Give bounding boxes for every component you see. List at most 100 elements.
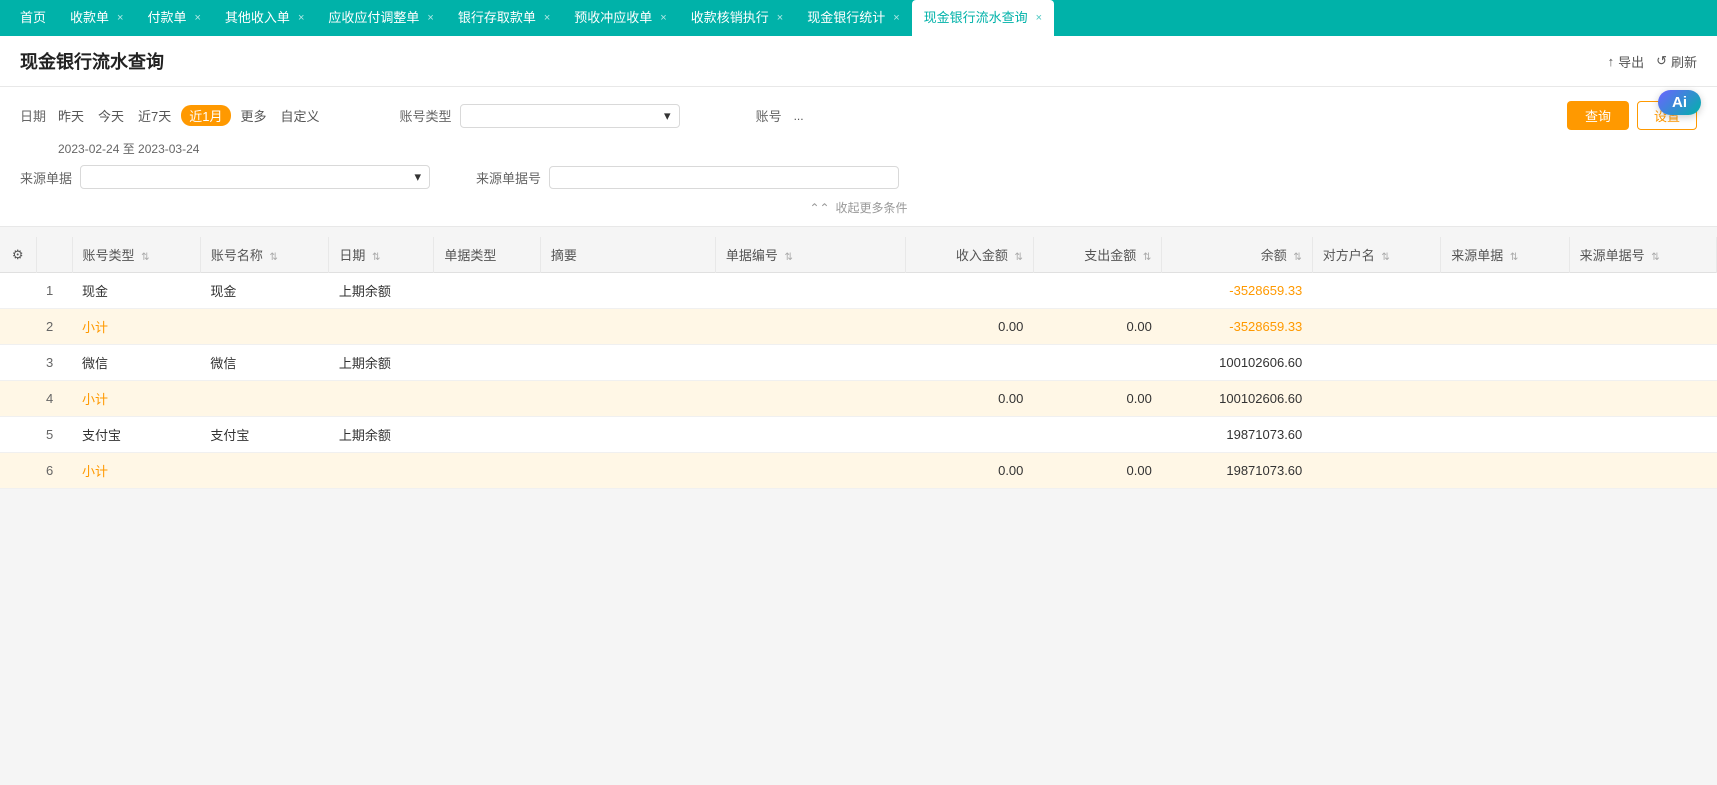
source-doc-label: 来源单据 <box>20 168 72 187</box>
page-header: 现金银行流水查询 ↑ 导出 ↺ 刷新 <box>0 36 1717 87</box>
close-prepay-icon[interactable]: × <box>660 0 666 36</box>
th-balance-label: 余额 <box>1261 248 1287 263</box>
account-more-btn[interactable]: ... <box>794 109 804 123</box>
shortcut-7days[interactable]: 近7天 <box>134 105 175 126</box>
td-balance: 19871073.60 <box>1162 453 1312 489</box>
td-idx: 2 <box>36 309 72 345</box>
th-account-type-label: 账号类型 <box>83 248 135 263</box>
td-summary <box>540 309 715 345</box>
th-source-doc-no[interactable]: 来源单据号 ⇅ <box>1569 237 1716 273</box>
td-counterpart <box>1312 453 1440 489</box>
nav-bank-deposit[interactable]: 银行存取款单 × <box>446 0 562 36</box>
th-balance[interactable]: 余额 ⇅ <box>1162 237 1312 273</box>
filter-row-2: 来源单据 ▾ 来源单据号 <box>20 165 1697 189</box>
nav-cash-bank-stats[interactable]: 现金银行统计 × <box>795 0 911 36</box>
table-row[interactable]: 6 小计 0.00 0.00 19871073.60 <box>0 453 1717 489</box>
td-date: 上期余额 <box>329 273 434 309</box>
th-doc-type[interactable]: 单据类型 <box>434 237 541 273</box>
shortcut-custom[interactable]: 自定义 <box>277 105 324 126</box>
account-type-label: 账号类型 <box>400 106 452 125</box>
nav-home[interactable]: 首页 <box>8 0 58 36</box>
td-account-name: 现金 <box>200 273 328 309</box>
table-header-row: ⚙ 账号类型 ⇅ 账号名称 ⇅ 日期 ⇅ 单据类型 摘要 <box>0 237 1717 273</box>
td-account-type: 小计 <box>72 453 200 489</box>
th-income[interactable]: 收入金额 ⇅ <box>905 237 1033 273</box>
source-doc-no-filter-group: 来源单据号 <box>476 166 899 189</box>
th-source-doc-label: 来源单据 <box>1451 248 1503 263</box>
nav-collection-exec[interactable]: 收款核销执行 × <box>679 0 795 36</box>
nav-receipt[interactable]: 收款单 × <box>58 0 135 36</box>
th-doc-no[interactable]: 单据编号 ⇅ <box>715 237 905 273</box>
th-gear[interactable]: ⚙ <box>0 237 36 273</box>
source-doc-no-label: 来源单据号 <box>476 168 541 187</box>
nav-ar-ap-adjust[interactable]: 应收应付调整单 × <box>316 0 445 36</box>
filter-area: 日期 昨天 今天 近7天 近1月 更多 自定义 账号类型 ▾ 账号 ... <box>0 87 1717 227</box>
td-doc-no <box>715 345 905 381</box>
td-doc-type <box>434 345 541 381</box>
th-summary[interactable]: 摘要 <box>540 237 715 273</box>
th-account-type[interactable]: 账号类型 ⇅ <box>72 237 200 273</box>
th-income-label: 收入金额 <box>956 248 1008 263</box>
td-expense <box>1033 417 1161 453</box>
table-row[interactable]: 5 支付宝 支付宝 上期余额 19871073.60 <box>0 417 1717 453</box>
th-expense[interactable]: 支出金额 ⇅ <box>1033 237 1161 273</box>
th-date[interactable]: 日期 ⇅ <box>329 237 434 273</box>
th-source-doc[interactable]: 来源单据 ⇅ <box>1441 237 1569 273</box>
ai-badge[interactable]: Ai <box>1658 90 1701 115</box>
close-flow-icon[interactable]: × <box>1036 0 1042 36</box>
nav-other-income[interactable]: 其他收入单 × <box>213 0 316 36</box>
td-summary <box>540 453 715 489</box>
sort-arrows-source-doc: ⇅ <box>1510 252 1518 263</box>
td-gear <box>0 309 36 345</box>
shortcut-today[interactable]: 今天 <box>94 105 128 126</box>
td-account-type: 微信 <box>72 345 200 381</box>
th-counterpart[interactable]: 对方户名 ⇅ <box>1312 237 1440 273</box>
nav-prepay[interactable]: 预收冲应收单 × <box>562 0 678 36</box>
close-receipt-icon[interactable]: × <box>117 0 123 36</box>
td-source-doc-no <box>1569 417 1716 453</box>
table-row[interactable]: 2 小计 0.00 0.00 -3528659.33 <box>0 309 1717 345</box>
td-balance: -3528659.33 <box>1162 273 1312 309</box>
td-expense: 0.00 <box>1033 309 1161 345</box>
table-row[interactable]: 4 小计 0.00 0.00 100102606.60 <box>0 381 1717 417</box>
refresh-button[interactable]: ↺ 刷新 <box>1656 52 1697 71</box>
close-payment-icon[interactable]: × <box>194 0 200 36</box>
sort-arrows-source-doc-no: ⇅ <box>1651 252 1659 263</box>
close-bank-deposit-icon[interactable]: × <box>544 0 550 36</box>
td-summary <box>540 417 715 453</box>
account-type-select[interactable]: ▾ <box>460 104 680 128</box>
close-ar-ap-icon[interactable]: × <box>427 0 433 36</box>
td-expense: 0.00 <box>1033 381 1161 417</box>
shortcut-more[interactable]: 更多 <box>237 105 271 126</box>
export-button[interactable]: ↑ 导出 <box>1608 52 1645 71</box>
collapse-bar[interactable]: ⌃⌃ 收起更多条件 <box>20 199 1697 216</box>
td-balance: 100102606.60 <box>1162 381 1312 417</box>
td-source-doc <box>1441 345 1569 381</box>
nav-payment[interactable]: 付款单 × <box>135 0 212 36</box>
account-type-filter-group: 账号类型 ▾ <box>400 104 680 128</box>
td-source-doc <box>1441 273 1569 309</box>
query-button[interactable]: 查询 <box>1567 101 1629 130</box>
close-stats-icon[interactable]: × <box>893 0 899 36</box>
th-doc-no-label: 单据编号 <box>726 248 778 263</box>
td-doc-type <box>434 417 541 453</box>
source-doc-select[interactable]: ▾ <box>80 165 430 189</box>
th-account-name[interactable]: 账号名称 ⇅ <box>200 237 328 273</box>
table-row[interactable]: 3 微信 微信 上期余额 100102606.60 <box>0 345 1717 381</box>
account-label: 账号 <box>756 106 782 125</box>
date-filter-group: 日期 昨天 今天 近7天 近1月 更多 自定义 <box>20 105 324 126</box>
shortcut-1month[interactable]: 近1月 <box>181 105 230 126</box>
close-other-income-icon[interactable]: × <box>298 0 304 36</box>
data-table: ⚙ 账号类型 ⇅ 账号名称 ⇅ 日期 ⇅ 单据类型 摘要 <box>0 237 1717 489</box>
nav-cash-bank-flow[interactable]: 现金银行流水查询 × <box>912 0 1054 36</box>
chevron-down-icon: ▾ <box>664 108 671 124</box>
td-expense <box>1033 273 1161 309</box>
table-row[interactable]: 1 现金 现金 上期余额 -3528659.33 <box>0 273 1717 309</box>
date-range-display: 2023-02-24 至 2023-03-24 <box>54 140 1697 157</box>
close-collection-icon[interactable]: × <box>777 0 783 36</box>
td-summary <box>540 273 715 309</box>
source-doc-no-input[interactable] <box>549 166 899 189</box>
td-doc-type <box>434 381 541 417</box>
th-counterpart-label: 对方户名 <box>1323 248 1375 263</box>
shortcut-yesterday[interactable]: 昨天 <box>54 105 88 126</box>
